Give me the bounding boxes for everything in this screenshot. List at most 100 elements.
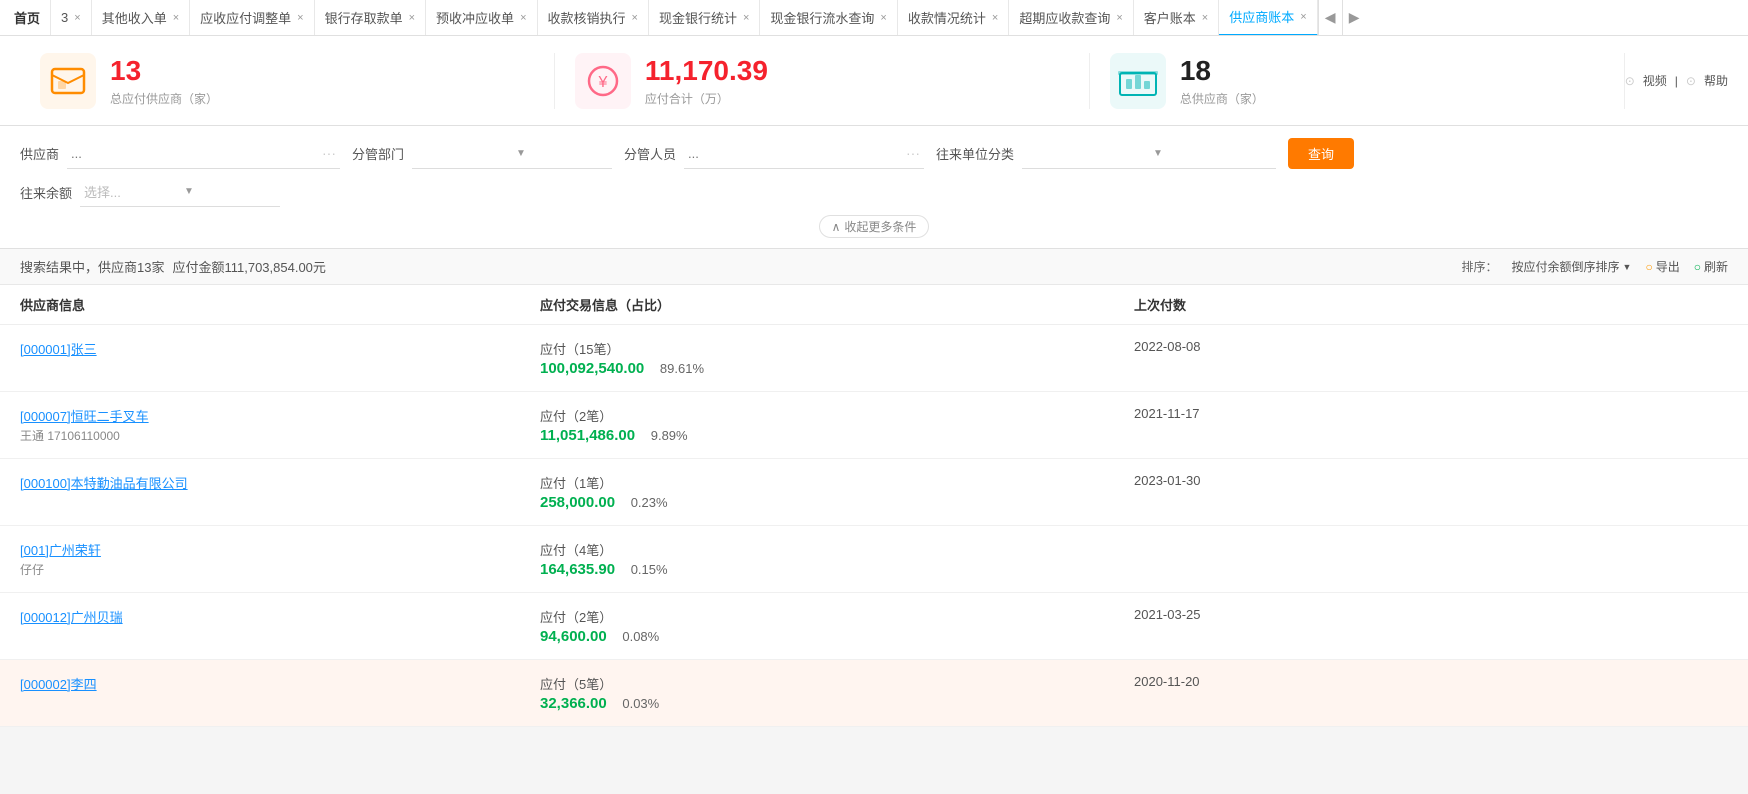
col-header-transaction: 应付交易信息（占比） bbox=[540, 295, 1134, 314]
total-payable-suppliers-number: 13 bbox=[110, 54, 218, 88]
close-pre-ar[interactable]: × bbox=[520, 12, 526, 24]
close-cash-bank-flow[interactable]: × bbox=[880, 12, 886, 24]
total-supplier-number: 18 bbox=[1180, 54, 1264, 88]
query-button[interactable]: 查询 bbox=[1288, 138, 1354, 169]
transaction-info-6: 应付（5笔） 32,366.00 0.03% bbox=[540, 674, 1134, 712]
dept-select[interactable]: ▼ bbox=[412, 139, 612, 169]
nav-tab-pre-ar[interactable]: 预收冲应收单 × bbox=[426, 0, 537, 36]
supplier-link-2[interactable]: [000007]恒旺二手叉车 bbox=[20, 406, 540, 425]
nav-tab-overdue-ar[interactable]: 超期应收款查询 × bbox=[1009, 0, 1133, 36]
transaction-title-2: 应付（2笔） bbox=[540, 406, 1134, 425]
transaction-pct-6: 0.03% bbox=[622, 696, 659, 711]
summary-card-payable-total: ¥ 11,170.39 应付合计（万） bbox=[555, 53, 1090, 109]
supplier-info-6: [000002]李四 bbox=[20, 674, 540, 693]
close-ar-ap-adjust[interactable]: × bbox=[297, 12, 303, 24]
supplier-link-3[interactable]: [000100]本特勤油品有限公司 bbox=[20, 473, 540, 492]
supplier-input[interactable] bbox=[67, 138, 318, 168]
video-link[interactable]: 视频 bbox=[1643, 72, 1667, 89]
filter-row-2: 往来余额 选择... ▼ bbox=[20, 177, 1728, 207]
summary-section: 13 总应付供应商（家） ¥ 11,170.39 应付合计（万） bbox=[0, 36, 1748, 126]
supplier-ellipsis-icon[interactable]: ··· bbox=[318, 145, 340, 161]
close-receipt-stat[interactable]: × bbox=[992, 12, 998, 24]
nav-tab-receipt-stat[interactable]: 收款情况统计 × bbox=[898, 0, 1009, 36]
close-supplier-book[interactable]: × bbox=[1300, 11, 1306, 23]
summary-card-total-suppliers: 18 总供应商（家） bbox=[1090, 53, 1625, 109]
col-header-supplier: 供应商信息 bbox=[20, 295, 540, 314]
home-tab-label: 首页 bbox=[14, 8, 40, 27]
category-select[interactable]: ▼ bbox=[1022, 139, 1276, 169]
supplier-link-4[interactable]: [001]广州荣轩 bbox=[20, 540, 540, 559]
dept-select-arrow: ▼ bbox=[512, 148, 612, 159]
close-cash-bank-stat[interactable]: × bbox=[743, 12, 749, 24]
export-button[interactable]: ○ 导出 bbox=[1645, 258, 1679, 275]
transaction-info-4: 应付（4笔） 164,635.90 0.15% bbox=[540, 540, 1134, 578]
top-navigation: 首页 3 × 其他收入单 × 应收应付调整单 × 银行存取款单 × 预收冲应收单… bbox=[0, 0, 1748, 36]
transaction-amount-2: 11,051,486.00 bbox=[540, 427, 635, 444]
table-row: [000012]广州贝瑞 应付（2笔） 94,600.00 0.08% 2021… bbox=[0, 593, 1748, 660]
close-receipt-verify[interactable]: × bbox=[632, 12, 638, 24]
top-right-links: ⊙ 视频 | ⊙ 帮助 bbox=[1625, 72, 1728, 89]
filter-dept: 分管部门 ▼ bbox=[352, 139, 612, 169]
nav-tab-3[interactable]: 3 × bbox=[51, 0, 92, 36]
transaction-title-5: 应付（2笔） bbox=[540, 607, 1134, 626]
collapse-label: 收起更多条件 bbox=[844, 218, 916, 235]
filter-balance: 往来余额 选择... ▼ bbox=[20, 177, 280, 207]
table-row: [001]广州荣轩 仔仔 应付（4笔） 164,635.90 0.15% bbox=[0, 526, 1748, 593]
supplier-info-3: [000100]本特勤油品有限公司 bbox=[20, 473, 540, 492]
nav-tab-cash-bank-flow[interactable]: 现金银行流水查询 × bbox=[760, 0, 897, 36]
transaction-title-3: 应付（1笔） bbox=[540, 473, 1134, 492]
nav-tab-ar-ap-adjust[interactable]: 应收应付调整单 × bbox=[190, 0, 314, 36]
nav-prev-arrow[interactable]: ◀ bbox=[1318, 0, 1342, 36]
payable-total-label: 应付合计（万） bbox=[645, 90, 768, 107]
supplier-info-1: [000001]张三 bbox=[20, 339, 540, 358]
nav-tab-receipt-verify[interactable]: 收款核销执行 × bbox=[538, 0, 649, 36]
close-overdue-ar[interactable]: × bbox=[1116, 12, 1122, 24]
supplier-link-6[interactable]: [000002]李四 bbox=[20, 674, 540, 693]
transaction-amount-4: 164,635.90 bbox=[540, 561, 615, 578]
nav-tab-supplier-book[interactable]: 供应商账本 × bbox=[1219, 0, 1317, 36]
help-link[interactable]: 帮助 bbox=[1704, 72, 1728, 89]
balance-select[interactable]: 选择... ▼ bbox=[80, 177, 280, 207]
last-pay-6: 2020-11-20 bbox=[1134, 674, 1728, 689]
supplier-link-5[interactable]: [000012]广州贝瑞 bbox=[20, 607, 540, 626]
person-input[interactable] bbox=[684, 146, 902, 161]
nav-tab-bank-deposit[interactable]: 银行存取款单 × bbox=[315, 0, 426, 36]
filter-person: 分管人员 ··· bbox=[624, 139, 924, 169]
nav-next-arrow[interactable]: ▶ bbox=[1342, 0, 1366, 36]
bank-deposit-label: 银行存取款单 bbox=[325, 8, 403, 27]
collapse-btn-area: ∧ 收起更多条件 bbox=[20, 215, 1728, 238]
refresh-button[interactable]: ○ 刷新 bbox=[1694, 258, 1728, 275]
collapse-up-icon: ∧ bbox=[832, 220, 841, 234]
supplier-info-5: [000012]广州贝瑞 bbox=[20, 607, 540, 626]
person-ellipsis-icon[interactable]: ··· bbox=[902, 145, 924, 161]
svg-text:¥: ¥ bbox=[597, 74, 607, 91]
nav-tab-other-income[interactable]: 其他收入单 × bbox=[92, 0, 190, 36]
table-row: [000002]李四 应付（5笔） 32,366.00 0.03% 2020-1… bbox=[0, 660, 1748, 727]
export-label: 导出 bbox=[1656, 258, 1680, 275]
close-tab-3[interactable]: × bbox=[74, 12, 80, 24]
result-text2: 应付金额111,703,854.00元 bbox=[172, 257, 325, 276]
filter-supplier: 供应商 ··· bbox=[20, 139, 340, 169]
collapse-btn[interactable]: ∧ 收起更多条件 bbox=[819, 215, 930, 238]
supplier-sub-2: 王通 17106110000 bbox=[20, 427, 540, 444]
receipt-stat-label: 收款情况统计 bbox=[908, 8, 986, 27]
sort-select[interactable]: 按应付余额倒序排序 ▼ bbox=[1512, 258, 1632, 275]
supplier-link-1[interactable]: [000001]张三 bbox=[20, 339, 540, 358]
transaction-title-4: 应付（4笔） bbox=[540, 540, 1134, 559]
nav-tab-customer-book[interactable]: 客户账本 × bbox=[1134, 0, 1219, 36]
table-body: [000001]张三 应付（15笔） 100,092,540.00 89.61%… bbox=[0, 325, 1748, 727]
nav-tab-cash-bank-stat[interactable]: 现金银行统计 × bbox=[649, 0, 760, 36]
close-bank-deposit[interactable]: × bbox=[409, 12, 415, 24]
close-customer-book[interactable]: × bbox=[1202, 12, 1208, 24]
transaction-pct-4: 0.15% bbox=[631, 562, 668, 577]
link-divider: | bbox=[1675, 74, 1678, 88]
nav-tab-home[interactable]: 首页 bbox=[4, 0, 51, 36]
refresh-label: 刷新 bbox=[1704, 258, 1728, 275]
category-filter-label: 往来单位分类 bbox=[936, 144, 1014, 163]
person-input-wrapper: ··· bbox=[684, 139, 924, 169]
transaction-info-3: 应付（1笔） 258,000.00 0.23% bbox=[540, 473, 1134, 511]
close-other-income[interactable]: × bbox=[173, 12, 179, 24]
total-supplier-content: 18 总供应商（家） bbox=[1180, 54, 1264, 107]
balance-filter-label: 往来余额 bbox=[20, 183, 72, 202]
pre-ar-label: 预收冲应收单 bbox=[436, 8, 514, 27]
